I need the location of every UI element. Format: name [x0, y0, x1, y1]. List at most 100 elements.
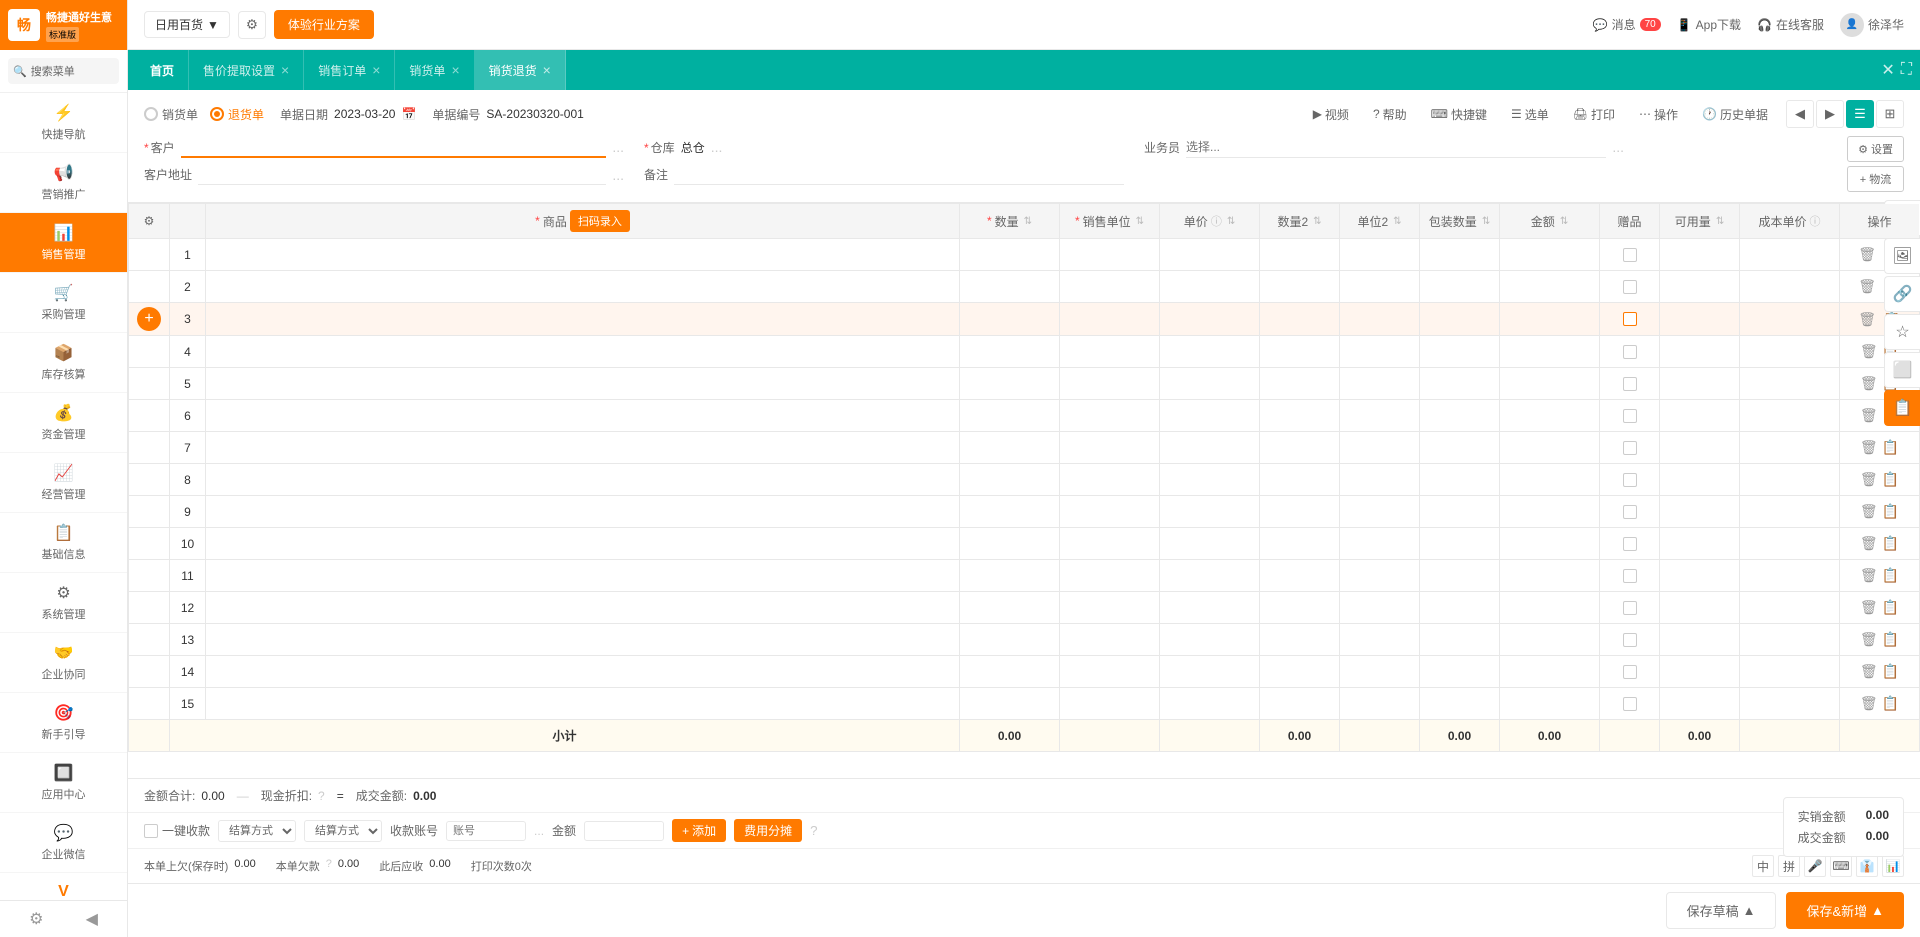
one-click-checkbox[interactable] [144, 824, 158, 838]
account-input[interactable] [446, 821, 526, 841]
copy-row-11[interactable]: 📋 [1880, 565, 1901, 586]
available-sort-icon[interactable]: ⇅ [1716, 216, 1724, 227]
sidebar-item-marketing[interactable]: 📢 营销推广 [0, 153, 127, 213]
gift-cb-4[interactable] [1623, 345, 1637, 359]
logistics-action-btn[interactable]: + 物流 [1847, 166, 1904, 192]
gift-cb-7[interactable] [1623, 441, 1637, 455]
gift-cb-8[interactable] [1623, 473, 1637, 487]
expense-help-btn[interactable]: ? [810, 823, 817, 838]
delete-row-7[interactable]: 🗑 [1858, 437, 1880, 458]
next-record-btn[interactable]: ▶ [1816, 100, 1844, 128]
tool-4[interactable]: ⌨ [1830, 855, 1852, 877]
gear-column-icon[interactable]: ⚙ [144, 214, 155, 228]
close-sales-delivery-tab[interactable]: × [451, 62, 459, 78]
gift-cb-13[interactable] [1623, 633, 1637, 647]
help-btn[interactable]: ? 帮助 [1367, 103, 1413, 126]
settings-action-btn[interactable]: ⚙ 设置 [1847, 136, 1904, 162]
row-pack-3[interactable] [1420, 303, 1500, 336]
save-draft-btn[interactable]: 保存草稿 ▲ [1666, 892, 1777, 929]
add-row-button[interactable]: + [137, 307, 161, 331]
float-screen-btn[interactable]: ⬜ [1884, 352, 1920, 388]
expense-split-btn[interactable]: 费用分摊 [734, 819, 802, 842]
discount-help-icon[interactable]: ? [318, 789, 325, 803]
gift-checkbox-1[interactable] [1623, 248, 1637, 262]
unit-sort-icon[interactable]: ⇅ [1136, 216, 1144, 227]
tool-3[interactable]: 🎤 [1804, 855, 1826, 877]
float-link-btn[interactable]: 🔗 [1884, 276, 1920, 312]
row-unit-2[interactable] [1060, 271, 1160, 303]
row-unit2-2[interactable] [1340, 271, 1420, 303]
row-product-3[interactable] [206, 303, 960, 336]
sidebar-item-basic[interactable]: 📋 基础信息 [0, 513, 127, 573]
row-unit-1[interactable] [1060, 239, 1160, 271]
tool-1[interactable]: 中 [1752, 855, 1774, 877]
select-btn[interactable]: ☰ 选单 [1505, 103, 1555, 126]
qty2-sort-icon[interactable]: ⇅ [1313, 216, 1321, 227]
sidebar-item-operations[interactable]: 📈 经营管理 [0, 453, 127, 513]
float-star-btn[interactable]: ☆ [1884, 314, 1920, 350]
address-input[interactable] [198, 164, 606, 185]
gift-cb-11[interactable] [1623, 569, 1637, 583]
row-qty2-1[interactable] [1260, 239, 1340, 271]
delete-row-5[interactable]: 🗑 [1858, 373, 1880, 394]
gift-cb-14[interactable] [1623, 665, 1637, 679]
delete-row-14[interactable]: 🗑 [1858, 661, 1880, 682]
grid-view-btn[interactable]: ⊞ [1876, 100, 1904, 128]
address-picker-btn[interactable]: ... [612, 167, 624, 183]
gift-checkbox-2[interactable] [1623, 280, 1637, 294]
sidebar-item-guide[interactable]: 🎯 新手引导 [0, 693, 127, 753]
nav-industry-select[interactable]: 日用百货 ▼ [144, 11, 230, 38]
row-pack-1[interactable] [1420, 239, 1500, 271]
copy-row-13[interactable]: 📋 [1880, 629, 1901, 650]
settlement-method-select[interactable]: 结算方式 [218, 820, 296, 842]
tool-2[interactable]: 拼 [1778, 855, 1800, 877]
print-btn[interactable]: 🖨 打印 [1567, 103, 1621, 126]
app-download-button[interactable]: 📱 App下载 [1677, 16, 1741, 33]
row-amount-3[interactable] [1500, 303, 1600, 336]
float-active-btn[interactable]: 📋 [1884, 390, 1920, 426]
delete-row-4[interactable]: 🗑 [1858, 341, 1880, 362]
sidebar-item-sales[interactable]: 📊 销售管理 [0, 213, 127, 273]
row-product-2[interactable] [206, 271, 960, 303]
close-tab-button[interactable]: ✕ [1881, 60, 1894, 80]
user-profile[interactable]: 👤 徐泽华 [1840, 13, 1904, 37]
row-unit2-1[interactable] [1340, 239, 1420, 271]
tab-home[interactable]: 首页 [136, 50, 189, 90]
shortcuts-btn[interactable]: ⌨ 快捷键 [1425, 103, 1493, 126]
tab-sales-delivery[interactable]: 销货单 × [395, 50, 474, 90]
sidebar-item-system[interactable]: ⚙ 系统管理 [0, 573, 127, 633]
sidebar-item-finance[interactable]: 💰 资金管理 [0, 393, 127, 453]
row-amount-2[interactable] [1500, 271, 1600, 303]
experience-btn[interactable]: 体验行业方案 [274, 10, 374, 39]
copy-row-9[interactable]: 📋 [1880, 501, 1901, 522]
message-button[interactable]: 💬 消息 70 [1593, 16, 1661, 33]
account-picker-btn[interactable]: ... [534, 824, 544, 838]
tab-sales-order[interactable]: 销售订单 × [304, 50, 395, 90]
gift-cb-5[interactable] [1623, 377, 1637, 391]
staff-input[interactable] [1186, 137, 1606, 158]
delete-row-1[interactable]: 🗑 [1856, 244, 1878, 265]
copy-row-8[interactable]: 📋 [1880, 469, 1901, 490]
collapse-sidebar-button[interactable]: ◀ [86, 909, 98, 929]
settings-bottom-button[interactable]: ⚙ [29, 909, 43, 929]
gift-cb-10[interactable] [1623, 537, 1637, 551]
gift-cb-9[interactable] [1623, 505, 1637, 519]
delete-row-2[interactable]: 🗑 [1856, 276, 1878, 297]
delete-row-8[interactable]: 🗑 [1858, 469, 1880, 490]
row-qty2-2[interactable] [1260, 271, 1340, 303]
pack-sort-icon[interactable]: ⇅ [1482, 216, 1490, 227]
close-price-settings-tab[interactable]: × [281, 62, 289, 78]
sidebar-item-apps[interactable]: 🔲 应用中心 [0, 753, 127, 813]
tab-sales-return[interactable]: 销货退货 × [475, 50, 566, 90]
maximize-tab-button[interactable]: ⛶ [1901, 60, 1912, 80]
unit2-sort-icon[interactable]: ⇅ [1393, 216, 1401, 227]
row-product-1[interactable] [206, 239, 960, 271]
delete-row-13[interactable]: 🗑 [1858, 629, 1880, 650]
row-price-2[interactable] [1160, 271, 1260, 303]
calendar-icon[interactable]: 📅 [401, 107, 416, 121]
staff-picker-btn[interactable]: ... [1612, 139, 1624, 155]
product-input-1[interactable] [214, 248, 951, 262]
price-sort-icon[interactable]: ⇅ [1227, 216, 1235, 227]
row-pack-2[interactable] [1420, 271, 1500, 303]
delete-row-11[interactable]: 🗑 [1858, 565, 1880, 586]
